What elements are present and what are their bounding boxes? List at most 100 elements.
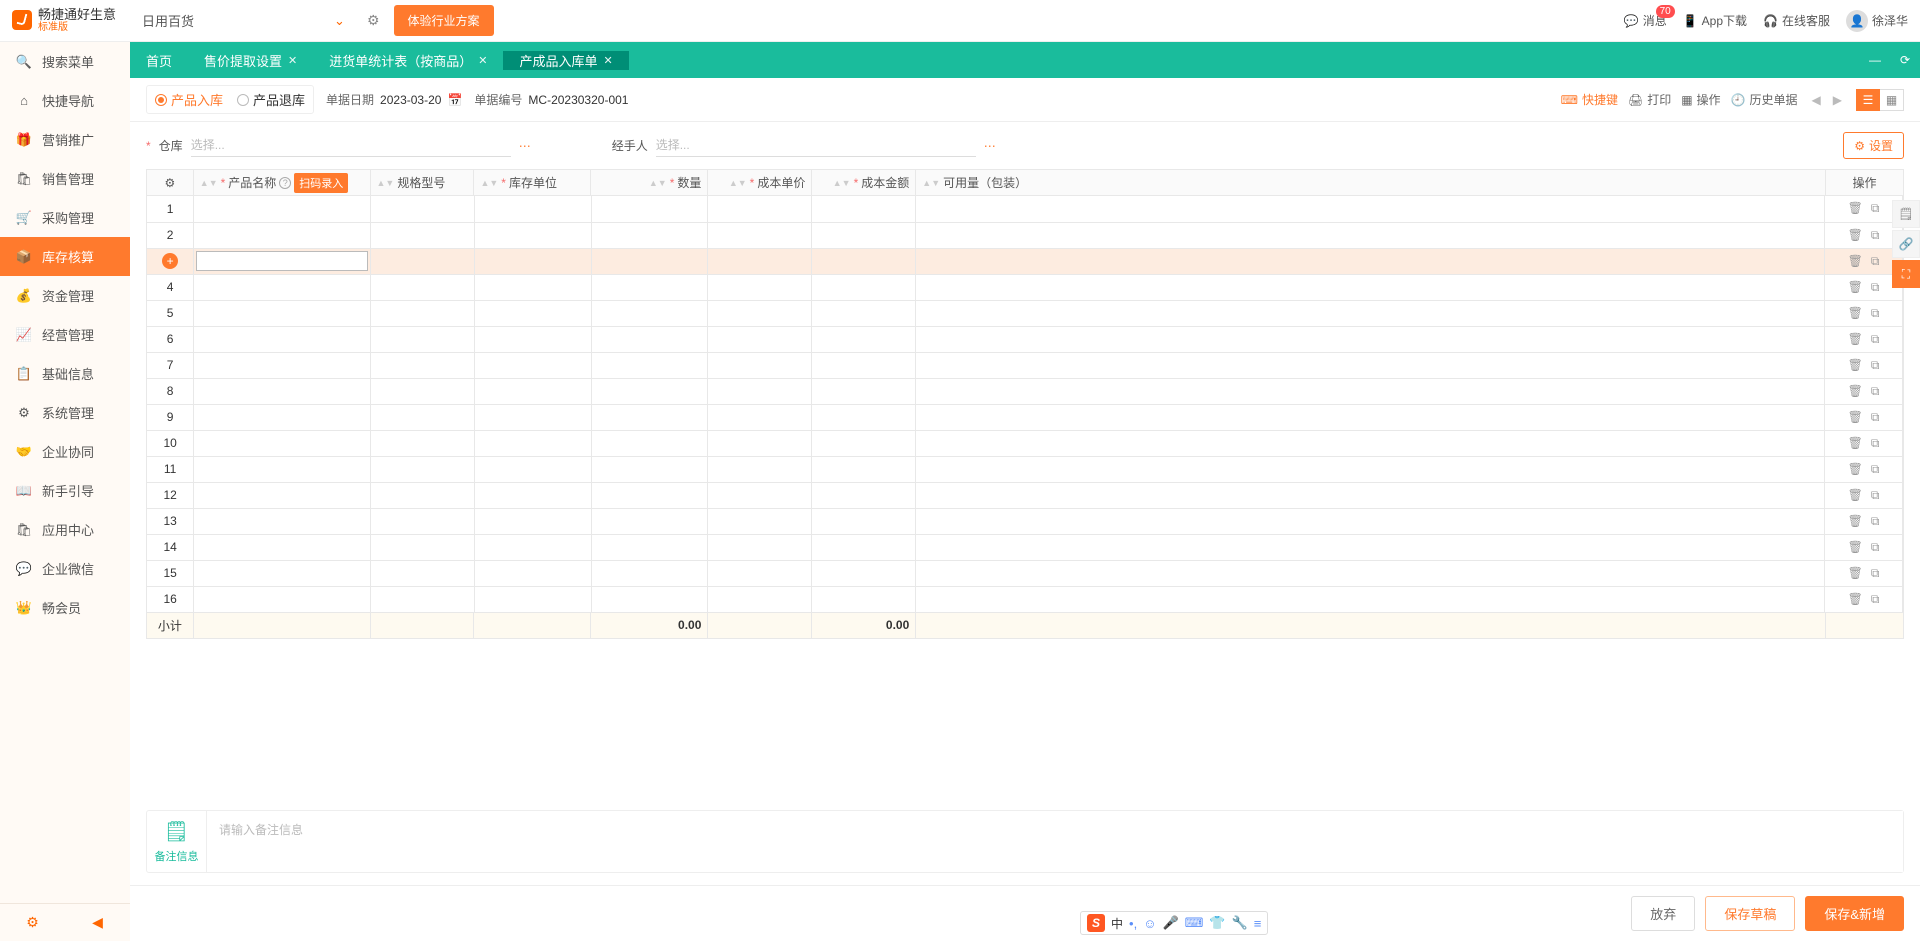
delete-row-icon[interactable]: 🗑 [1848, 332, 1863, 347]
delete-row-icon[interactable]: 🗑 [1848, 228, 1863, 243]
copy-row-icon[interactable]: ⧉ [1871, 592, 1880, 607]
copy-row-icon[interactable]: ⧉ [1871, 332, 1880, 347]
store-selector[interactable]: 日用百货 ⌄ [134, 7, 353, 34]
handler-picker-icon[interactable]: ⋯ [984, 139, 997, 153]
sidebar-item-5[interactable]: 📦库存核算 [0, 237, 130, 276]
grid-setting-button[interactable]: ⚙设置 [1843, 132, 1904, 159]
table-row[interactable]: 9🗑⧉ [147, 404, 1903, 430]
delete-row-icon[interactable]: 🗑 [1848, 384, 1863, 399]
sidebar-item-9[interactable]: ⚙系统管理 [0, 393, 130, 432]
table-row[interactable]: 5🗑⧉ [147, 300, 1903, 326]
copy-row-icon[interactable]: ⧉ [1871, 514, 1880, 529]
ime-keyboard-icon[interactable]: ⌨ [1185, 915, 1204, 931]
sort-icon[interactable]: ▲▼ [480, 180, 498, 186]
handler-input[interactable] [656, 134, 976, 157]
table-row[interactable]: 13🗑⧉ [147, 508, 1903, 534]
sidebar-item-8[interactable]: 📋基础信息 [0, 354, 130, 393]
table-row[interactable]: 12🗑⧉ [147, 482, 1903, 508]
discard-button[interactable]: 放弃 [1631, 896, 1695, 931]
delete-row-icon[interactable]: 🗑 [1848, 566, 1863, 581]
warehouse-input[interactable] [191, 134, 511, 157]
delete-row-icon[interactable]: 🗑 [1848, 358, 1863, 373]
sidebar-item-4[interactable]: 🛒采购管理 [0, 198, 130, 237]
delete-row-icon[interactable]: 🗑 [1848, 462, 1863, 477]
copy-row-icon[interactable]: ⧉ [1871, 462, 1880, 477]
sort-icon[interactable]: ▲▼ [377, 180, 395, 186]
tab-minimize-button[interactable]: — [1860, 42, 1890, 78]
delete-row-icon[interactable]: 🗑 [1848, 306, 1863, 321]
copy-row-icon[interactable]: ⧉ [1871, 384, 1880, 399]
table-row[interactable]: 1🗑⧉ [147, 196, 1903, 222]
operate-link[interactable]: ▦操作 [1681, 91, 1720, 108]
table-row[interactable]: 8🗑⧉ [147, 378, 1903, 404]
sidebar-collapse-icon[interactable]: ◀ [65, 904, 130, 941]
service-link[interactable]: 🎧 在线客服 [1763, 12, 1830, 29]
sidebar-item-14[interactable]: 👑畅会员 [0, 588, 130, 627]
dock-expand-icon[interactable]: ⛶ [1892, 260, 1920, 288]
next-arrow-icon[interactable]: ▶ [1829, 91, 1846, 109]
delete-row-icon[interactable]: 🗑 [1848, 592, 1863, 607]
radio-product-out[interactable]: 产品退库 [237, 90, 305, 109]
table-row[interactable]: 11🗑⧉ [147, 456, 1903, 482]
download-link[interactable]: 📱 App下载 [1683, 12, 1747, 29]
delete-row-icon[interactable]: 🗑 [1848, 410, 1863, 425]
delete-row-icon[interactable]: 🗑 [1848, 201, 1863, 216]
copy-row-icon[interactable]: ⧉ [1871, 254, 1880, 269]
table-row[interactable]: 16🗑⧉ [147, 586, 1903, 612]
table-row[interactable]: 2🗑⧉ [147, 222, 1903, 248]
sidebar-item-1[interactable]: ⌂快捷导航 [0, 81, 130, 120]
view-list-button[interactable]: ☰ [1856, 89, 1880, 111]
user-menu[interactable]: 👤 徐泽华 [1846, 10, 1908, 32]
history-link[interactable]: 🕘历史单据 [1731, 91, 1798, 108]
product-name-input[interactable] [196, 251, 368, 271]
tab-1[interactable]: 售价提取设置✕ [188, 51, 313, 70]
sidebar-item-2[interactable]: 🎁营销推广 [0, 120, 130, 159]
copy-row-icon[interactable]: ⧉ [1871, 566, 1880, 581]
save-and-new-button[interactable]: 保存&新增 [1805, 896, 1904, 931]
calendar-icon[interactable]: 📅 [447, 93, 462, 107]
promo-button[interactable]: 体验行业方案 [394, 5, 494, 36]
sidebar-settings-icon[interactable]: ⚙ [0, 904, 65, 941]
sidebar-item-0[interactable]: 🔍搜索菜单 [0, 42, 130, 81]
warehouse-picker-icon[interactable]: ⋯ [519, 139, 532, 153]
table-row[interactable]: 10🗑⧉ [147, 430, 1903, 456]
sidebar-item-13[interactable]: 💬企业微信 [0, 549, 130, 588]
table-row[interactable]: + 🗑 ⧉ [147, 248, 1903, 274]
sidebar-item-10[interactable]: 🤝企业协同 [0, 432, 130, 471]
delete-row-icon[interactable]: 🗑 [1848, 488, 1863, 503]
remark-input[interactable] [207, 811, 1903, 872]
ime-tool-icon[interactable]: 🔧 [1232, 915, 1248, 931]
prev-arrow-icon[interactable]: ◀ [1808, 91, 1825, 109]
delete-row-icon[interactable]: 🗑 [1848, 436, 1863, 451]
sidebar-item-3[interactable]: 🛍销售管理 [0, 159, 130, 198]
delete-row-icon[interactable]: 🗑 [1848, 514, 1863, 529]
delete-row-icon[interactable]: 🗑 [1848, 280, 1863, 295]
copy-row-icon[interactable]: ⧉ [1871, 358, 1880, 373]
ime-emoji-icon[interactable]: ☺ [1143, 916, 1156, 931]
sidebar-item-6[interactable]: 💰资金管理 [0, 276, 130, 315]
tab-3[interactable]: 产成品入库单✕ [503, 51, 628, 70]
delete-row-icon[interactable]: 🗑 [1848, 254, 1863, 269]
copy-row-icon[interactable]: ⧉ [1871, 540, 1880, 555]
table-row[interactable]: 15🗑⧉ [147, 560, 1903, 586]
sort-icon[interactable]: ▲▼ [729, 180, 747, 186]
close-icon[interactable]: ✕ [604, 54, 613, 67]
copy-row-icon[interactable]: ⧉ [1871, 306, 1880, 321]
ime-mic-icon[interactable]: 🎤 [1162, 915, 1178, 931]
sort-icon[interactable]: ▲▼ [200, 180, 218, 186]
sort-icon[interactable]: ▲▼ [833, 180, 851, 186]
tab-0[interactable]: 首页 [130, 51, 188, 70]
tab-close-all-button[interactable]: ⟳ [1890, 42, 1920, 78]
close-icon[interactable]: ✕ [478, 54, 487, 67]
close-icon[interactable]: ✕ [288, 54, 297, 67]
add-row-icon[interactable]: + [162, 253, 178, 269]
ime-more-icon[interactable]: ≡ [1254, 916, 1262, 931]
scan-entry-button[interactable]: 扫码录入 [294, 173, 348, 193]
copy-row-icon[interactable]: ⧉ [1871, 488, 1880, 503]
copy-row-icon[interactable]: ⧉ [1871, 436, 1880, 451]
copy-row-icon[interactable]: ⧉ [1871, 201, 1880, 216]
copy-row-icon[interactable]: ⧉ [1871, 280, 1880, 295]
table-row[interactable]: 7🗑⧉ [147, 352, 1903, 378]
date-value[interactable]: 2023-03-20 [380, 93, 441, 107]
copy-row-icon[interactable]: ⧉ [1871, 410, 1880, 425]
